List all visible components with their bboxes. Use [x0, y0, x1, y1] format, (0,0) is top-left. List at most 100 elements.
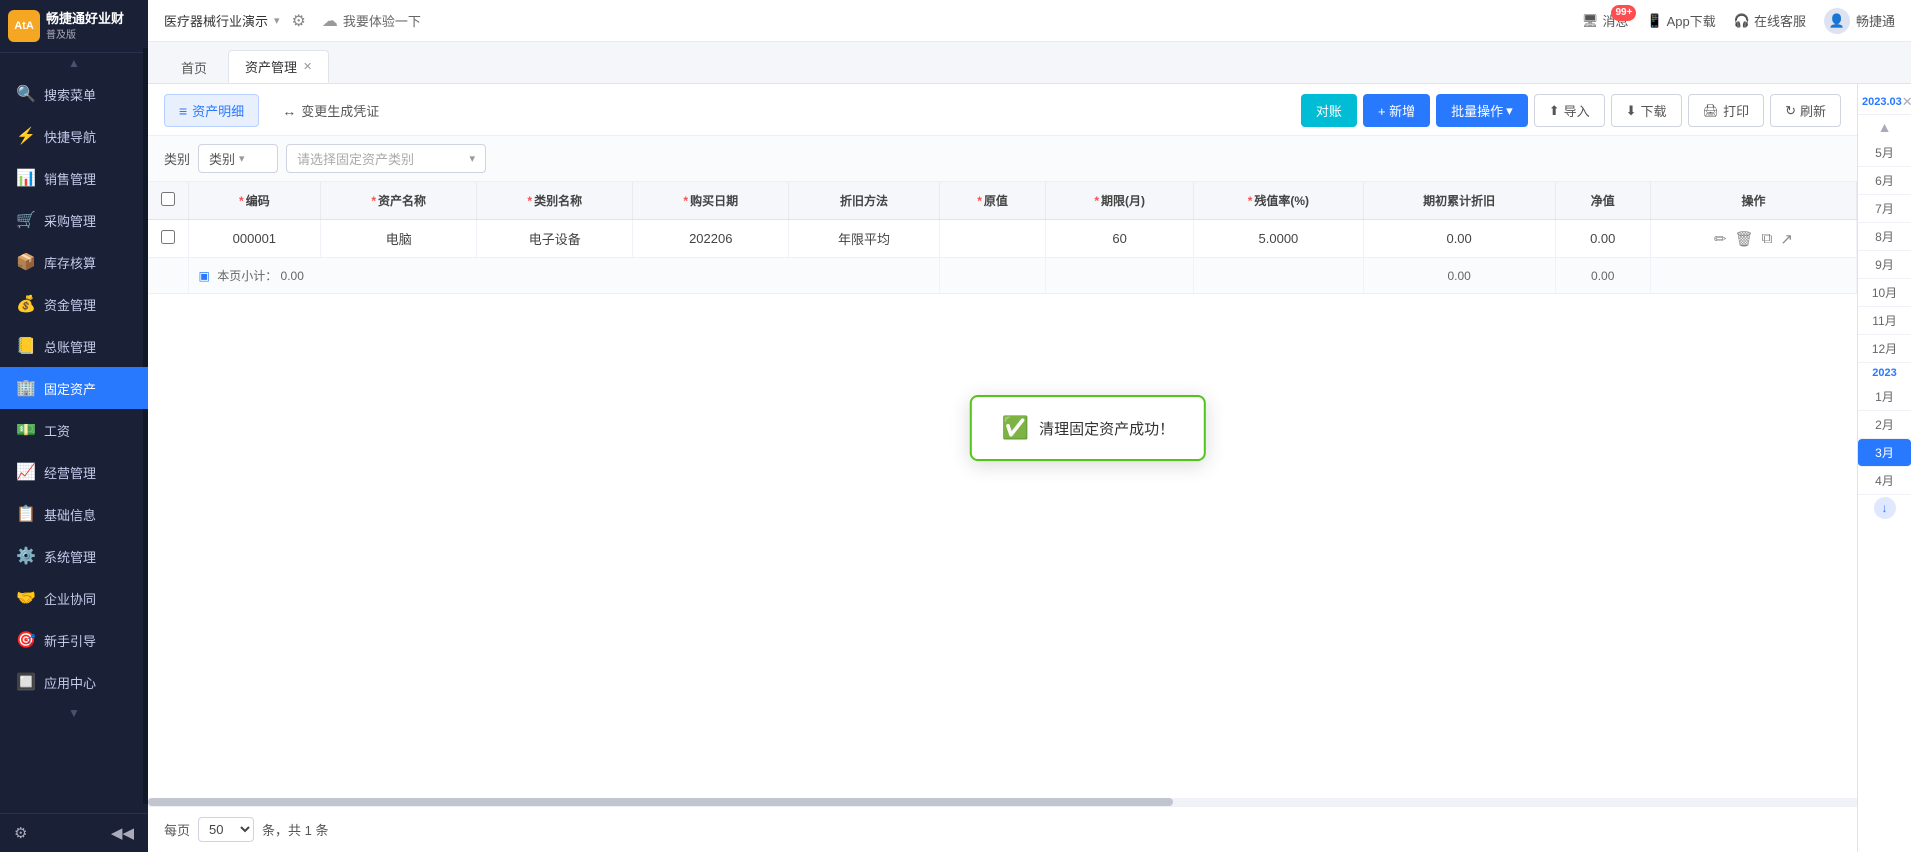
table-wrap: *编码 *资产名称 *类别名称 *购买日期 折旧方法 *原值 *期限(月) *残… — [148, 182, 1857, 798]
horizontal-scrollbar[interactable] — [148, 798, 1857, 806]
guide-icon: 🎯 — [16, 630, 34, 650]
timeline-month-6[interactable]: 6月 — [1858, 167, 1911, 195]
message-badge: 99+ — [1611, 5, 1636, 21]
category-label: 类别 — [164, 149, 190, 168]
quick-nav-icon: ⚡ — [16, 126, 34, 146]
app-logo-text: 畅捷通好业财 普及版 — [46, 11, 124, 42]
subtotal-row: ▣ 本页小计： 0.00 0.00 0.00 — [148, 258, 1857, 294]
copy-icon[interactable]: ⧉ — [1762, 230, 1773, 247]
tab-asset-management[interactable]: 资产管理 ✕ — [228, 50, 329, 83]
timeline-month-3-current[interactable]: 3月 — [1858, 439, 1911, 467]
message-button[interactable]: 🖥 消息 99+ — [1582, 11, 1629, 30]
sidebar-item-enterprise[interactable]: 🤝 企业协同 — [0, 577, 148, 619]
app-download-button[interactable]: 📱 App下载 — [1646, 11, 1715, 30]
refresh-icon: ↻ — [1785, 103, 1796, 119]
tab-home[interactable]: 首页 — [164, 51, 224, 83]
sidebar-item-payroll[interactable]: 💵 工资 — [0, 409, 148, 451]
reconcile-button[interactable]: 对账 — [1301, 94, 1357, 127]
topbar-right: 🖥 消息 99+ 📱 App下载 🎧 在线客服 👤 畅捷通 — [1582, 8, 1895, 34]
print-button[interactable]: 🖨 打印 — [1688, 94, 1765, 127]
toolbar-actions: 对账 + 新增 批量操作 ▾ ⬆ 导入 ⬇ 下载 — [1301, 94, 1841, 127]
col-period: *期限(月) — [1046, 182, 1194, 220]
timeline-up-arrow[interactable]: ▲ — [1874, 115, 1896, 139]
batch-button[interactable]: 批量操作 ▾ — [1436, 94, 1528, 127]
company-name: 医疗器械行业演示 — [164, 11, 268, 30]
col-residual-rate: *残值率(%) — [1194, 182, 1364, 220]
col-purchase-date: *购买日期 — [633, 182, 789, 220]
sidebar-item-quick-nav[interactable]: ⚡ 快捷导航 — [0, 115, 148, 157]
company-selector[interactable]: 医疗器械行业演示 ▾ — [164, 11, 280, 30]
timeline-down-circle[interactable]: ↓ — [1874, 497, 1896, 519]
per-page-select[interactable]: 50 100 200 — [198, 817, 254, 842]
sidebar-item-inventory[interactable]: 📦 库存核算 — [0, 241, 148, 283]
new-button[interactable]: + 新增 — [1363, 94, 1430, 127]
settings-icon[interactable]: ⚙ — [14, 824, 27, 842]
sidebar-menu: ▲ 🔍 搜索菜单 ⚡ 快捷导航 📊 销售管理 🛒 采购管理 📦 库存核算 💰 资… — [0, 53, 148, 813]
timeline-month-9[interactable]: 9月 — [1858, 251, 1911, 279]
right-panel-header: 2023.03 ✕ ⤢ — [1858, 88, 1911, 115]
sidebar-item-search[interactable]: 🔍 搜索菜单 — [0, 73, 148, 115]
sidebar-item-guide[interactable]: 🎯 新手引导 — [0, 619, 148, 661]
sidebar-item-ledger[interactable]: 📒 总账管理 — [0, 325, 148, 367]
sidebar-item-app-center[interactable]: 🔲 应用中心 — [0, 661, 148, 703]
subtotal-opening-cell: 0.00 — [1363, 258, 1555, 294]
batch-arrow-icon: ▾ — [1506, 103, 1513, 119]
timeline-month-7[interactable]: 7月 — [1858, 195, 1911, 223]
edit-icon[interactable]: ✏ — [1714, 230, 1727, 248]
subtab-asset-detail[interactable]: ≡ 资产明细 — [164, 94, 259, 127]
table-row: 000001 电脑 电子设备 202206 年限平均 60 5.0000 0.0… — [148, 220, 1857, 258]
sidebar-item-operations[interactable]: 📈 经营管理 — [0, 451, 148, 493]
row-checkbox[interactable] — [161, 230, 175, 244]
timeline-month-8[interactable]: 8月 — [1858, 223, 1911, 251]
online-service-button[interactable]: 🎧 在线客服 — [1734, 11, 1806, 30]
app-logo-icon: AtA — [8, 10, 40, 42]
timeline-month-11[interactable]: 11月 — [1858, 307, 1911, 335]
experience-button[interactable]: ☁ 我要体验一下 — [322, 11, 421, 31]
user-menu[interactable]: 👤 畅捷通 — [1824, 8, 1895, 34]
download-button[interactable]: ⬇ 下载 — [1611, 94, 1682, 127]
collapse-icon[interactable]: ◀◀ — [111, 824, 134, 842]
delete-icon[interactable]: 🗑 — [1735, 230, 1754, 248]
timeline-month-10[interactable]: 10月 — [1858, 279, 1911, 307]
category-type-arrow: ▾ — [239, 152, 245, 165]
sidebar-item-funds[interactable]: 💰 资金管理 — [0, 283, 148, 325]
timeline-month-4[interactable]: 4月 — [1858, 467, 1911, 495]
sidebar-logo: AtA 畅捷通好业财 普及版 — [0, 0, 148, 53]
inventory-icon: 📦 — [16, 252, 34, 272]
sidebar-scroll-up[interactable]: ▲ — [68, 56, 80, 70]
timeline-month-5[interactable]: 5月 — [1858, 139, 1911, 167]
pagination: 每页 50 100 200 条，共 1 条 — [148, 806, 1857, 852]
select-all-checkbox[interactable] — [161, 192, 175, 206]
timeline-month-1[interactable]: 1月 — [1858, 383, 1911, 411]
import-button[interactable]: ⬆ 导入 — [1534, 94, 1605, 127]
category-type-select[interactable]: 类别 ▾ — [198, 144, 278, 173]
content-toolbar: ≡ 资产明细 ↔ 变更生成凭证 对账 + 新增 批量操作 ▾ — [148, 84, 1857, 136]
app-center-icon: 🔲 — [16, 672, 34, 692]
company-dropdown-arrow: ▾ — [274, 14, 280, 27]
sidebar-item-sales[interactable]: 📊 销售管理 — [0, 157, 148, 199]
cell-net-value: 0.00 — [1555, 220, 1650, 258]
row-action-icons: ✏ 🗑 ⧉ ↗ — [1661, 230, 1846, 248]
scrollbar-thumb[interactable] — [148, 798, 1173, 806]
sidebar-item-basic-info[interactable]: 📋 基础信息 — [0, 493, 148, 535]
subtab-change-voucher[interactable]: ↔ 变更生成凭证 — [267, 94, 394, 127]
refresh-button[interactable]: ↻ 刷新 — [1770, 94, 1841, 127]
system-icon: ⚙️ — [16, 546, 34, 566]
sidebar-item-fixed-assets[interactable]: 🏢 固定资产 — [0, 367, 148, 409]
basic-info-icon: 📋 — [16, 504, 34, 524]
tab-close-icon[interactable]: ✕ — [303, 60, 312, 73]
subtotal-label-cell: ▣ 本页小计： 0.00 — [188, 258, 939, 294]
timeline-month-2[interactable]: 2月 — [1858, 411, 1911, 439]
more-icon[interactable]: ↗ — [1780, 230, 1793, 248]
panel-close-icon[interactable]: ✕ — [1902, 94, 1911, 110]
category-value-select[interactable]: 请选择固定资产类别 ▾ — [286, 144, 486, 173]
cell-opening-acc: 0.00 — [1363, 220, 1555, 258]
col-code: *编码 — [188, 182, 321, 220]
timeline-month-12[interactable]: 12月 — [1858, 335, 1911, 363]
sidebar-scroll-down[interactable]: ▼ — [68, 706, 80, 720]
sidebar-item-system[interactable]: ⚙️ 系统管理 — [0, 535, 148, 577]
panel-icons: ✕ ⤢ — [1902, 94, 1911, 110]
company-settings-icon[interactable]: ⚙ — [292, 11, 306, 31]
sidebar: AtA 畅捷通好业财 普及版 ▲ 🔍 搜索菜单 ⚡ 快捷导航 📊 销售管理 🛒 … — [0, 0, 148, 852]
sidebar-item-purchase[interactable]: 🛒 采购管理 — [0, 199, 148, 241]
